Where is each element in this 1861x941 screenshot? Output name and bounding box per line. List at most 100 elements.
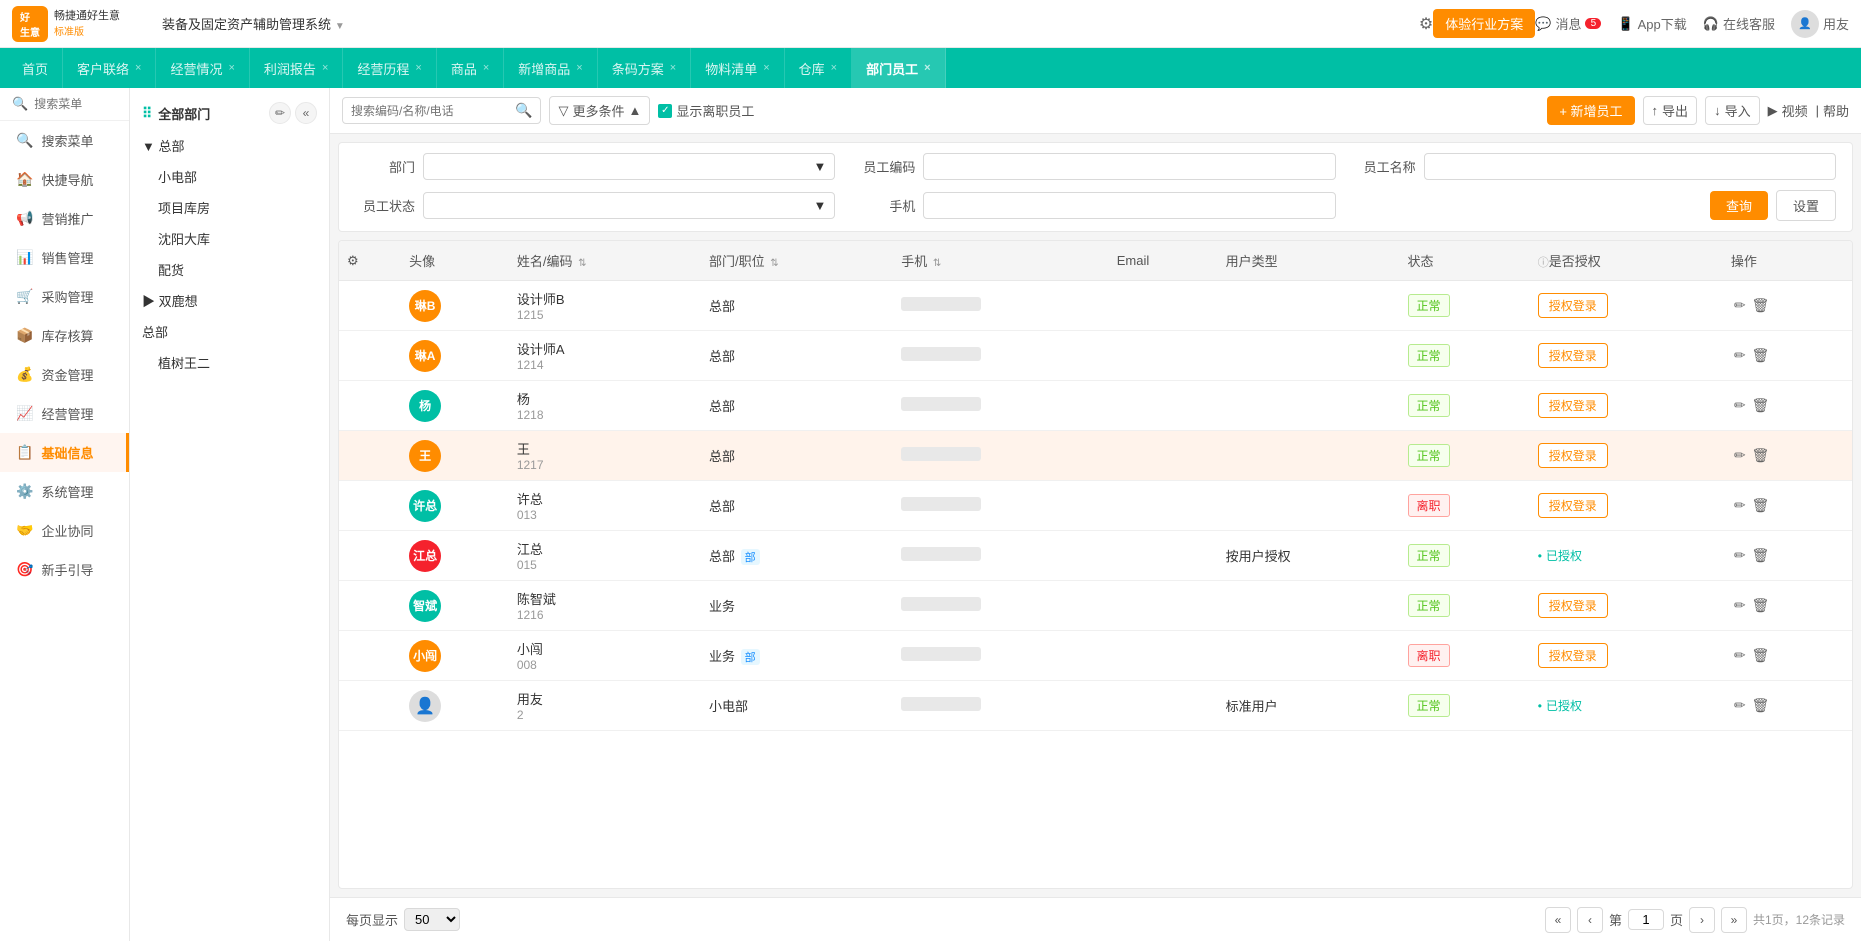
tab-close-icon[interactable]: × (831, 62, 837, 74)
auth-button-3[interactable]: 授权登录 (1538, 393, 1608, 418)
nav-tab-新增商品[interactable]: 新增商品× (504, 48, 597, 88)
sidebar-item-资金管理[interactable]: 💰资金管理 (0, 355, 129, 394)
message-button[interactable]: 💬 消息 5 (1535, 14, 1601, 33)
delete-button-2[interactable]: 🗑 (1752, 347, 1770, 363)
sidebar-item-基础信息[interactable]: 📋基础信息 (0, 433, 129, 472)
more-filter-button[interactable]: ▽ 更多条件 ▲ (549, 96, 650, 125)
filter-empname-input[interactable] (1424, 153, 1836, 180)
edit-button-4[interactable]: ✏ (1734, 447, 1746, 463)
sidebar-item-采购管理[interactable]: 🛒采购管理 (0, 277, 129, 316)
dept-tree-item-小电部[interactable]: 小电部 (130, 161, 329, 192)
app-download-button[interactable]: 📱 App下载 (1617, 14, 1686, 33)
reset-button[interactable]: 设置 (1776, 190, 1836, 221)
sidebar-item-系统管理[interactable]: ⚙️系统管理 (0, 472, 129, 511)
dept-tree-item-配货[interactable]: 配货 (130, 254, 329, 285)
first-page-button[interactable]: « (1545, 907, 1571, 933)
delete-button-1[interactable]: 🗑 (1752, 297, 1770, 313)
sidebar-item-营销推广[interactable]: 📢营销推广 (0, 199, 129, 238)
delete-button-8[interactable]: 🗑 (1752, 647, 1770, 663)
prev-page-button[interactable]: ‹ (1577, 907, 1603, 933)
dept-tree-item-▼ 总部[interactable]: ▼ 总部 (130, 130, 329, 161)
auth-button-7[interactable]: 授权登录 (1538, 593, 1608, 618)
trial-button[interactable]: 体验行业方案 (1433, 9, 1535, 38)
tab-close-icon[interactable]: × (483, 62, 489, 74)
tab-close-icon[interactable]: × (228, 62, 234, 74)
sidebar-item-企业协同[interactable]: 🤝企业协同 (0, 511, 129, 550)
edit-button-2[interactable]: ✏ (1734, 347, 1746, 363)
tab-close-icon[interactable]: × (415, 62, 421, 74)
page-number-input[interactable] (1628, 909, 1664, 930)
user-area[interactable]: 👤 用友 (1791, 10, 1849, 38)
nav-tab-物料清单[interactable]: 物料清单× (691, 48, 784, 88)
export-button[interactable]: ↑ 导出 (1643, 96, 1698, 125)
show-resigned-checkbox[interactable]: ✓ (658, 104, 672, 118)
tab-close-icon[interactable]: × (135, 62, 141, 74)
sidebar-item-快捷导航[interactable]: 🏠快捷导航 (0, 160, 129, 199)
tab-close-icon[interactable]: × (670, 62, 676, 74)
next-page-button[interactable]: › (1689, 907, 1715, 933)
filter-status-select[interactable]: ▼ (423, 192, 835, 219)
delete-button-5[interactable]: 🗑 (1752, 497, 1770, 513)
import-button[interactable]: ↓ 导入 (1705, 96, 1760, 125)
dept-tree-item-沈阳大库[interactable]: 沈阳大库 (130, 223, 329, 254)
nav-tab-商品[interactable]: 商品× (437, 48, 504, 88)
edit-button-7[interactable]: ✏ (1734, 597, 1746, 613)
dept-tree-item-总部[interactable]: 总部 (130, 316, 329, 347)
edit-button-6[interactable]: ✏ (1734, 547, 1746, 563)
delete-button-6[interactable]: 🗑 (1752, 547, 1770, 563)
sidebar-item-销售管理[interactable]: 📊销售管理 (0, 238, 129, 277)
online-service-button[interactable]: 🎧 在线客服 (1703, 14, 1775, 33)
add-employee-button[interactable]: + 新增员工 (1547, 96, 1634, 125)
show-resigned-toggle[interactable]: ✓ 显示离职员工 (658, 101, 754, 120)
tab-close-icon[interactable]: × (763, 62, 769, 74)
sidebar-item-新手引导[interactable]: 🎯新手引导 (0, 550, 129, 589)
system-title-arrow[interactable]: ▼ (335, 21, 345, 32)
dept-collapse-button[interactable]: « (295, 102, 317, 124)
edit-button-3[interactable]: ✏ (1734, 397, 1746, 413)
gear-button[interactable]: ⚙ (1419, 14, 1433, 34)
search-input[interactable] (351, 104, 511, 118)
auth-button-5[interactable]: 授权登录 (1538, 493, 1608, 518)
page-size-select[interactable]: 50 20 100 (404, 908, 460, 931)
sidebar-item-库存核算[interactable]: 📦库存核算 (0, 316, 129, 355)
nav-tab-仓库[interactable]: 仓库× (785, 48, 852, 88)
nav-tab-客户联络[interactable]: 客户联络× (63, 48, 156, 88)
dept-tree-item-项目库房[interactable]: 项目库房 (130, 192, 329, 223)
edit-button-5[interactable]: ✏ (1734, 497, 1746, 513)
filter-dept-select[interactable]: ▼ (423, 153, 835, 180)
edit-button-9[interactable]: ✏ (1734, 697, 1746, 713)
sidebar-item-经营管理[interactable]: 📈经营管理 (0, 394, 129, 433)
filter-phone-input[interactable] (923, 192, 1335, 219)
sidebar-item-搜索菜单[interactable]: 🔍搜索菜单 (0, 121, 129, 160)
last-page-button[interactable]: » (1721, 907, 1747, 933)
col-header-settings[interactable]: ⚙ (339, 241, 401, 281)
tab-close-icon[interactable]: × (924, 62, 930, 74)
auth-button-8[interactable]: 授权登录 (1538, 643, 1608, 668)
help-button[interactable]: | 帮助 (1816, 101, 1849, 120)
auth-button-4[interactable]: 授权登录 (1538, 443, 1608, 468)
delete-button-9[interactable]: 🗑 (1752, 697, 1770, 713)
dept-edit-button[interactable]: ✏ (269, 102, 291, 124)
edit-button-1[interactable]: ✏ (1734, 297, 1746, 313)
delete-button-7[interactable]: 🗑 (1752, 597, 1770, 613)
view-button[interactable]: ▶ 视频 (1768, 101, 1808, 120)
query-button[interactable]: 查询 (1710, 191, 1768, 220)
tab-close-icon[interactable]: × (322, 62, 328, 74)
sidebar-search-input[interactable] (34, 97, 117, 111)
nav-tab-经营情况[interactable]: 经营情况× (156, 48, 249, 88)
nav-tab-条码方案[interactable]: 条码方案× (598, 48, 691, 88)
tab-close-icon[interactable]: × (576, 62, 582, 74)
nav-tab-经营历程[interactable]: 经营历程× (343, 48, 436, 88)
delete-button-3[interactable]: 🗑 (1752, 397, 1770, 413)
filter-empcode-input[interactable] (923, 153, 1335, 180)
nav-tab-首页[interactable]: 首页 (8, 48, 63, 88)
delete-button-4[interactable]: 🗑 (1752, 447, 1770, 463)
dept-tree-item-植树王二[interactable]: 植树王二 (130, 347, 329, 378)
auth-button-2[interactable]: 授权登录 (1538, 343, 1608, 368)
nav-tab-利润报告[interactable]: 利润报告× (250, 48, 343, 88)
dept-all-button[interactable]: ⠿ 全部部门 (142, 104, 210, 123)
auth-button-1[interactable]: 授权登录 (1538, 293, 1608, 318)
dept-tree-item-▶ 双鹿想[interactable]: ▶ 双鹿想 (130, 285, 329, 316)
nav-tab-部门员工[interactable]: 部门员工× (852, 48, 945, 88)
edit-button-8[interactable]: ✏ (1734, 647, 1746, 663)
